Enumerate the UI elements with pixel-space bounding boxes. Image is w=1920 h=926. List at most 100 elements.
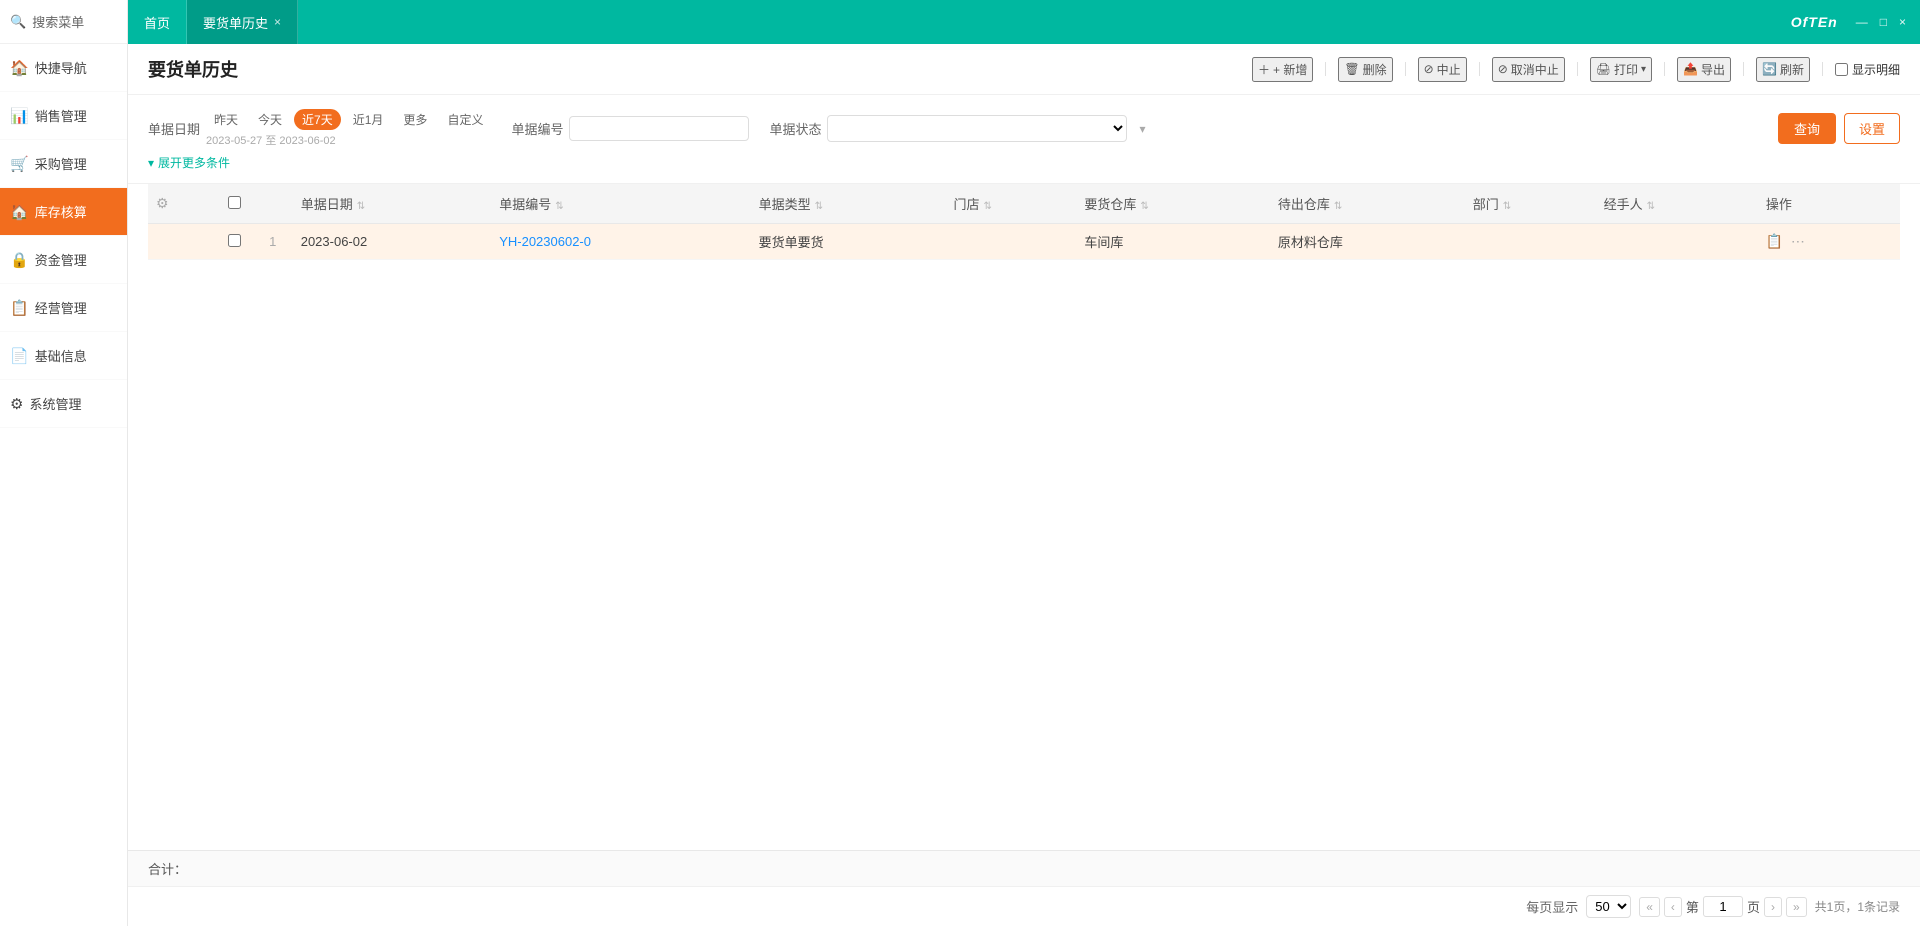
window-close-btn[interactable]: × [1897, 15, 1908, 29]
pagination: 每页显示 50 « ‹ 第 页 › » 共1页，1条记录 [128, 886, 1920, 926]
current-page-input[interactable] [1703, 896, 1743, 917]
filter-row: 单据日期 昨天今天近7天近1月更多自定义 2023-05-27 至 2023-0… [148, 109, 1900, 148]
order-no-sort-icon[interactable]: ⇅ [555, 201, 563, 212]
row-order-no-cell: YH-20230602-0 [491, 224, 750, 260]
col-date: 单据日期⇅ [293, 184, 491, 224]
action-bar: ＋ + 新增 🗑 删除 ⊘ 中止 ⊘ 取消中止 [1252, 57, 1900, 82]
col-pending-warehouse-label: 待出仓库 [1278, 197, 1330, 212]
req-warehouse-sort-icon[interactable]: ⇅ [1140, 201, 1148, 212]
last-page-btn[interactable]: » [1786, 897, 1807, 917]
sidebar-item-quick-nav[interactable]: 🏠快捷导航 [0, 44, 127, 92]
export-btn[interactable]: 📤 导出 [1677, 57, 1731, 82]
tab-active-label: 要货单历史 [203, 13, 268, 32]
refresh-icon: 🔄 [1762, 62, 1777, 76]
sidebar-item-basic-info[interactable]: 📄基础信息 [0, 332, 127, 380]
table-container: ⚙ 单据日期⇅ 单据编号⇅ 单据类型⇅ [128, 184, 1920, 850]
tab-home-label: 首页 [144, 13, 170, 32]
table-settings-icon[interactable]: ⚙ [156, 195, 169, 211]
col-req-warehouse: 要货仓库⇅ [1076, 184, 1269, 224]
divider6 [1743, 62, 1744, 76]
date-filter-group: 单据日期 昨天今天近7天近1月更多自定义 2023-05-27 至 2023-0… [148, 109, 491, 148]
col-order-type-label: 单据类型 [759, 197, 811, 212]
sidebar-search[interactable]: 🔍 搜索菜单 [0, 0, 127, 44]
col-department-label: 部门 [1473, 197, 1499, 212]
print-btn[interactable]: 🖨 打印 ▾ [1590, 57, 1652, 82]
date-sort-icon[interactable]: ⇅ [357, 201, 365, 212]
inventory-icon: 🏠 [10, 203, 29, 221]
new-btn[interactable]: ＋ + 新增 [1252, 57, 1313, 82]
tab-close-icon[interactable]: × [274, 15, 281, 29]
row-checkbox-0[interactable] [228, 234, 241, 247]
window-maximize-btn[interactable]: □ [1878, 15, 1889, 29]
col-settings: ⚙ [148, 184, 217, 224]
purchase-mgmt-icon: 🛒 [10, 155, 29, 173]
main-area: 首页 要货单历史 × OfTEn — □ × 要货单历史 ＋ + 新增 [128, 0, 1920, 926]
table-row[interactable]: 1 2023-06-02 YH-20230602-0 要货单要货 车间库 原材料… [148, 224, 1900, 260]
search-icon: 🔍 [10, 14, 26, 30]
next-page-btn[interactable]: › [1764, 897, 1782, 917]
sidebar-item-purchase-mgmt[interactable]: 🛒采购管理 [0, 140, 127, 188]
first-page-btn[interactable]: « [1639, 897, 1660, 917]
date-pill-昨天[interactable]: 昨天 [206, 109, 246, 130]
per-page-select[interactable]: 50 [1586, 895, 1631, 918]
sidebar-item-operation-mgmt[interactable]: 📋经营管理 [0, 284, 127, 332]
show-detail-toggle[interactable]: 显示明细 [1835, 61, 1900, 78]
new-label: + 新增 [1273, 61, 1307, 78]
date-pill-更多[interactable]: 更多 [395, 109, 435, 130]
department-sort-icon[interactable]: ⇅ [1503, 201, 1511, 212]
select-all-checkbox[interactable] [228, 196, 241, 209]
delete-icon: 🗑 [1344, 62, 1359, 76]
delete-btn[interactable]: 🗑 删除 [1338, 57, 1392, 82]
order-no-input[interactable] [569, 116, 749, 141]
page-content: 要货单历史 ＋ + 新增 🗑 删除 ⊘ 中止 ⊘ [128, 44, 1920, 926]
sidebar-item-finance-mgmt[interactable]: 🔒资金管理 [0, 236, 127, 284]
brand-label: OfTEn [1791, 14, 1838, 30]
sidebar-item-inventory[interactable]: 🏠库存核算 [0, 188, 127, 236]
row-department-cell [1465, 224, 1596, 260]
chevron-down-icon: ▾ [148, 156, 154, 170]
row-edit-icon[interactable]: 📋 [1766, 233, 1783, 249]
settings-btn[interactable]: 设置 [1844, 113, 1900, 144]
print-dropdown-icon: ▾ [1641, 64, 1646, 75]
sidebar-item-sales-mgmt[interactable]: 📊销售管理 [0, 92, 127, 140]
footer-label: 合计： [148, 859, 187, 878]
order-type-sort-icon[interactable]: ⇅ [815, 201, 823, 212]
expand-more-btn[interactable]: ▾ 展开更多条件 [148, 148, 1900, 175]
stop-btn[interactable]: ⊘ 中止 [1418, 57, 1467, 82]
prev-page-btn[interactable]: ‹ [1664, 897, 1682, 917]
row-more-icon[interactable]: ⋯ [1791, 233, 1805, 249]
col-checkbox [217, 184, 253, 224]
tab-active[interactable]: 要货单历史 × [187, 0, 298, 44]
col-store: 门店⇅ [945, 184, 1076, 224]
divider4 [1577, 62, 1578, 76]
page-suffix: 页 [1747, 897, 1760, 916]
date-pill-今天[interactable]: 今天 [250, 109, 290, 130]
date-pill-近1月[interactable]: 近1月 [345, 109, 392, 130]
row-settings-cell [148, 224, 217, 260]
divider3 [1479, 62, 1480, 76]
tab-home[interactable]: 首页 [128, 0, 187, 44]
store-sort-icon[interactable]: ⇅ [984, 201, 992, 212]
cancel-stop-btn[interactable]: ⊘ 取消中止 [1492, 57, 1565, 82]
window-minimize-btn[interactable]: — [1854, 15, 1870, 29]
show-detail-checkbox[interactable] [1835, 63, 1848, 76]
filter-area: 单据日期 昨天今天近7天近1月更多自定义 2023-05-27 至 2023-0… [128, 95, 1920, 184]
order-no-link[interactable]: YH-20230602-0 [499, 234, 591, 249]
date-pill-近7天[interactable]: 近7天 [294, 109, 341, 130]
filter-buttons: 查询 设置 [1778, 113, 1900, 144]
sales-mgmt-label: 销售管理 [35, 106, 87, 125]
divider7 [1822, 62, 1823, 76]
status-select[interactable] [827, 115, 1127, 142]
row-handler-cell [1596, 224, 1758, 260]
handler-sort-icon[interactable]: ⇅ [1647, 201, 1655, 212]
col-actions: 操作 [1758, 184, 1900, 224]
sidebar: 🔍 搜索菜单 🏠快捷导航📊销售管理🛒采购管理🏠库存核算🔒资金管理📋经营管理📄基础… [0, 0, 128, 926]
sidebar-item-system-mgmt[interactable]: ⚙系统管理 [0, 380, 127, 428]
row-num-cell: 1 [253, 224, 293, 260]
pending-warehouse-sort-icon[interactable]: ⇅ [1334, 201, 1342, 212]
query-btn[interactable]: 查询 [1778, 113, 1836, 144]
refresh-btn[interactable]: 🔄 刷新 [1756, 57, 1810, 82]
operation-mgmt-icon: 📋 [10, 299, 29, 317]
quick-nav-icon: 🏠 [10, 59, 29, 77]
date-pill-自定义[interactable]: 自定义 [439, 109, 491, 130]
